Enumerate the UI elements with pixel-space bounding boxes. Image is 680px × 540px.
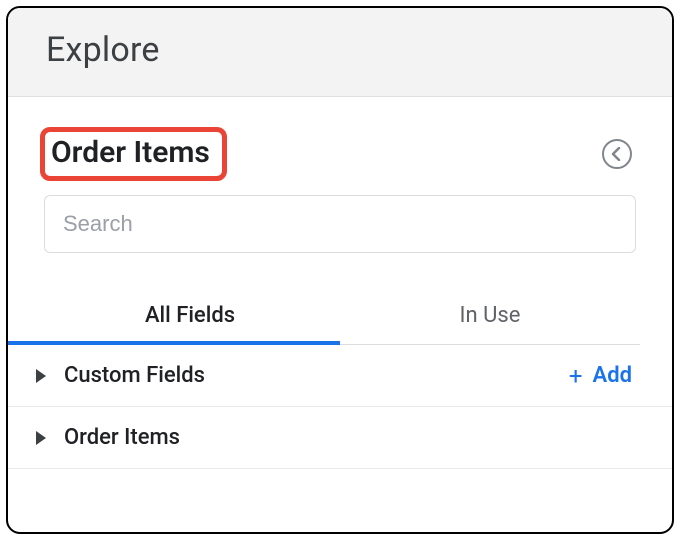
search-input[interactable] [44,195,636,253]
panel-title-highlight: Order Items [40,127,227,181]
window-header: Explore [8,8,672,97]
section-left: Order Items [36,425,180,450]
add-label: Add [593,363,632,388]
field-tabs: All Fields In Use [40,289,640,345]
window-title: Explore [46,30,634,70]
section-order-items[interactable]: Order Items [8,407,672,469]
tab-in-use-label: In Use [460,303,521,328]
expand-icon [36,369,46,383]
section-left: Custom Fields [36,363,205,388]
tab-all-fields-label: All Fields [145,303,235,328]
section-label: Custom Fields [64,363,205,388]
panel-title-row: Order Items [40,127,640,181]
tab-all-fields[interactable]: All Fields [40,289,340,344]
collapse-button[interactable] [602,139,632,169]
chevron-left-icon [611,147,623,161]
tab-in-use[interactable]: In Use [340,289,640,344]
section-custom-fields[interactable]: Custom Fields + Add [8,345,672,407]
search-wrap [40,195,640,253]
panel-title: Order Items [51,135,210,170]
expand-icon [36,431,46,445]
plus-icon: + [569,364,583,388]
add-custom-field-button[interactable]: + Add [569,363,632,388]
section-label: Order Items [64,425,180,450]
sections-list: Custom Fields + Add Order Items [8,345,672,469]
panel-content: Order Items All Fields In Use [8,97,672,532]
explore-window: Explore Order Items All Fields In Use [6,6,674,534]
